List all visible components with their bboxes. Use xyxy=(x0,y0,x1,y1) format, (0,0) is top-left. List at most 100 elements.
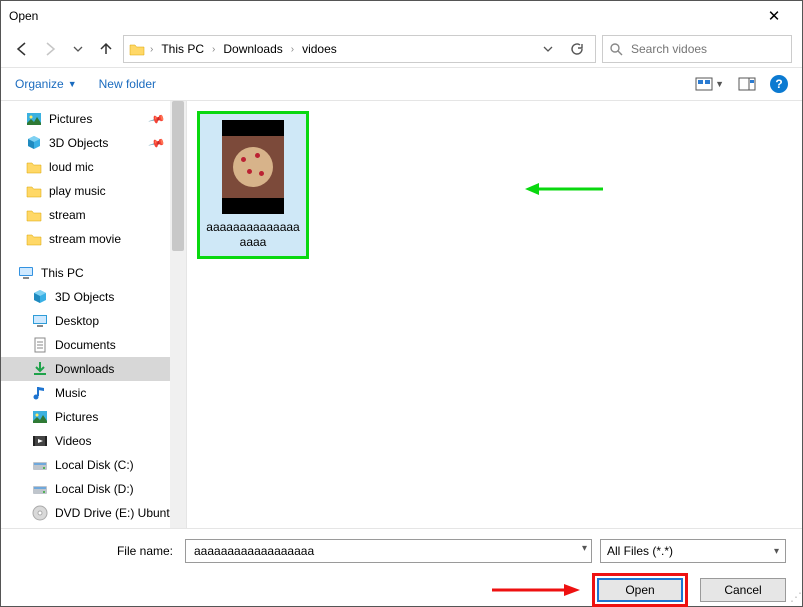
pictures-icon xyxy=(31,408,49,426)
chevron-down-icon: ▼ xyxy=(715,79,724,89)
tree-scrollbar[interactable] xyxy=(170,101,186,528)
resize-grip-icon[interactable]: ⋰ xyxy=(790,590,800,604)
arrow-right-icon xyxy=(42,41,58,57)
downloads-icon xyxy=(31,360,49,378)
open-button[interactable]: Open xyxy=(597,578,683,602)
file-name-label: aaaaaaaaaaaaaaaaaa xyxy=(206,220,300,250)
tree-item[interactable]: Downloads xyxy=(1,357,186,381)
tree-item[interactable]: Pictures📌 xyxy=(1,107,186,131)
folder-icon xyxy=(25,230,43,248)
pin-icon: 📌 xyxy=(148,110,166,128)
annotation-arrow-green xyxy=(525,179,605,199)
tree-item[interactable]: 3D Objects xyxy=(1,285,186,309)
chevron-down-icon: ▾ xyxy=(774,546,779,557)
file-name-combobox[interactable]: ▾ xyxy=(185,539,592,563)
folder-icon xyxy=(25,158,43,176)
videos-icon xyxy=(31,432,49,450)
breadcrumb-this-pc[interactable]: This PC xyxy=(157,40,208,58)
tree-label: 3D Objects xyxy=(55,290,114,304)
tree-item[interactable]: Desktop xyxy=(1,309,186,333)
address-bar[interactable]: › This PC › Downloads › vidoes xyxy=(123,35,596,63)
view-mode-button[interactable]: ▼ xyxy=(695,77,724,91)
3d-icon xyxy=(25,134,43,152)
window-title: Open xyxy=(9,9,754,23)
tree-label: 3D Objects xyxy=(49,136,108,150)
file-type-filter[interactable]: All Files (*.*) ▾ xyxy=(600,539,786,563)
tree-item[interactable]: Music xyxy=(1,381,186,405)
tree-label: This PC xyxy=(41,266,84,280)
back-button[interactable] xyxy=(11,38,33,60)
tree-item[interactable]: 3D Objects📌 xyxy=(1,131,186,155)
tree-label: Local Disk (D:) xyxy=(55,482,134,496)
organize-label: Organize xyxy=(15,77,64,91)
file-list-pane[interactable]: aaaaaaaaaaaaaaaaaa xyxy=(187,101,802,528)
tree-item[interactable]: Local Disk (C:) xyxy=(1,453,186,477)
tree-item[interactable]: Pictures xyxy=(1,405,186,429)
tree-label: Local Disk (C:) xyxy=(55,458,134,472)
tree-item[interactable]: play music xyxy=(1,179,186,203)
up-button[interactable] xyxy=(95,38,117,60)
tree-label: Downloads xyxy=(55,362,114,376)
refresh-button[interactable] xyxy=(569,42,591,56)
search-input[interactable] xyxy=(629,41,788,57)
breadcrumb-current[interactable]: vidoes xyxy=(298,40,341,58)
music-icon xyxy=(31,384,49,402)
pictures-icon xyxy=(25,110,43,128)
chevron-right-icon: › xyxy=(212,44,215,55)
chevron-right-icon: › xyxy=(291,44,294,55)
tree-label: Desktop xyxy=(55,314,99,328)
window-close-button[interactable]: ✕ xyxy=(754,7,794,25)
cancel-button[interactable]: Cancel xyxy=(700,578,786,602)
chevron-right-icon: › xyxy=(150,44,153,55)
file-item-selected[interactable]: aaaaaaaaaaaaaaaaaa xyxy=(197,111,309,259)
tree-item[interactable]: loud mic xyxy=(1,155,186,179)
forward-button[interactable] xyxy=(39,38,61,60)
dvd-icon xyxy=(31,504,49,522)
organize-menu[interactable]: Organize ▼ xyxy=(15,77,77,91)
tree-item[interactable]: Documents xyxy=(1,333,186,357)
tree-item[interactable]: stream movie xyxy=(1,227,186,251)
tree-this-pc[interactable]: This PC xyxy=(1,261,186,285)
this-pc-icon xyxy=(17,264,35,282)
tree-label: Videos xyxy=(55,434,91,448)
preview-pane-icon xyxy=(738,77,756,91)
disk-icon xyxy=(31,456,49,474)
disk-icon xyxy=(31,480,49,498)
annotation-highlight-open: Open xyxy=(592,573,688,607)
chevron-down-icon xyxy=(543,44,553,54)
folder-icon xyxy=(25,206,43,224)
tree-label: Pictures xyxy=(55,410,98,424)
search-icon xyxy=(609,42,623,56)
file-thumbnail xyxy=(222,120,284,214)
help-button[interactable]: ? xyxy=(770,75,788,93)
chevron-down-icon[interactable]: ▾ xyxy=(582,543,587,554)
tree-label: stream xyxy=(49,208,86,222)
annotation-arrow-red xyxy=(490,580,580,600)
folder-icon xyxy=(128,40,146,58)
tree-item[interactable]: DVD Drive (E:) Ubuntu xyxy=(1,501,186,525)
chevron-down-icon xyxy=(73,44,83,54)
tree-item[interactable]: Videos xyxy=(1,429,186,453)
dialog-footer: File name: ▾ All Files (*.*) ▾ Open Canc… xyxy=(1,528,802,606)
address-dropdown[interactable] xyxy=(543,44,565,54)
tree-item[interactable]: Local Disk (D:) xyxy=(1,477,186,501)
preview-pane-button[interactable] xyxy=(738,77,756,91)
arrow-up-icon xyxy=(98,41,114,57)
tree-item[interactable]: stream xyxy=(1,203,186,227)
thumbnails-icon xyxy=(695,77,713,91)
new-folder-button[interactable]: New folder xyxy=(99,77,156,91)
navigation-tree[interactable]: Pictures📌3D Objects📌loud micplay musicst… xyxy=(1,101,187,528)
filter-label: All Files (*.*) xyxy=(607,544,673,558)
file-name-input[interactable] xyxy=(192,540,585,562)
chevron-down-icon: ▼ xyxy=(68,79,77,89)
toolbar: Organize ▼ New folder ▼ ? xyxy=(1,67,802,101)
navigation-bar: › This PC › Downloads › vidoes xyxy=(1,31,802,67)
documents-icon xyxy=(31,336,49,354)
tree-label: stream movie xyxy=(49,232,121,246)
tree-label: DVD Drive (E:) Ubuntu xyxy=(55,506,176,520)
3d-icon xyxy=(31,288,49,306)
breadcrumb-downloads[interactable]: Downloads xyxy=(219,40,286,58)
recent-locations-button[interactable] xyxy=(67,38,89,60)
tree-label: Documents xyxy=(55,338,116,352)
search-box[interactable] xyxy=(602,35,792,63)
